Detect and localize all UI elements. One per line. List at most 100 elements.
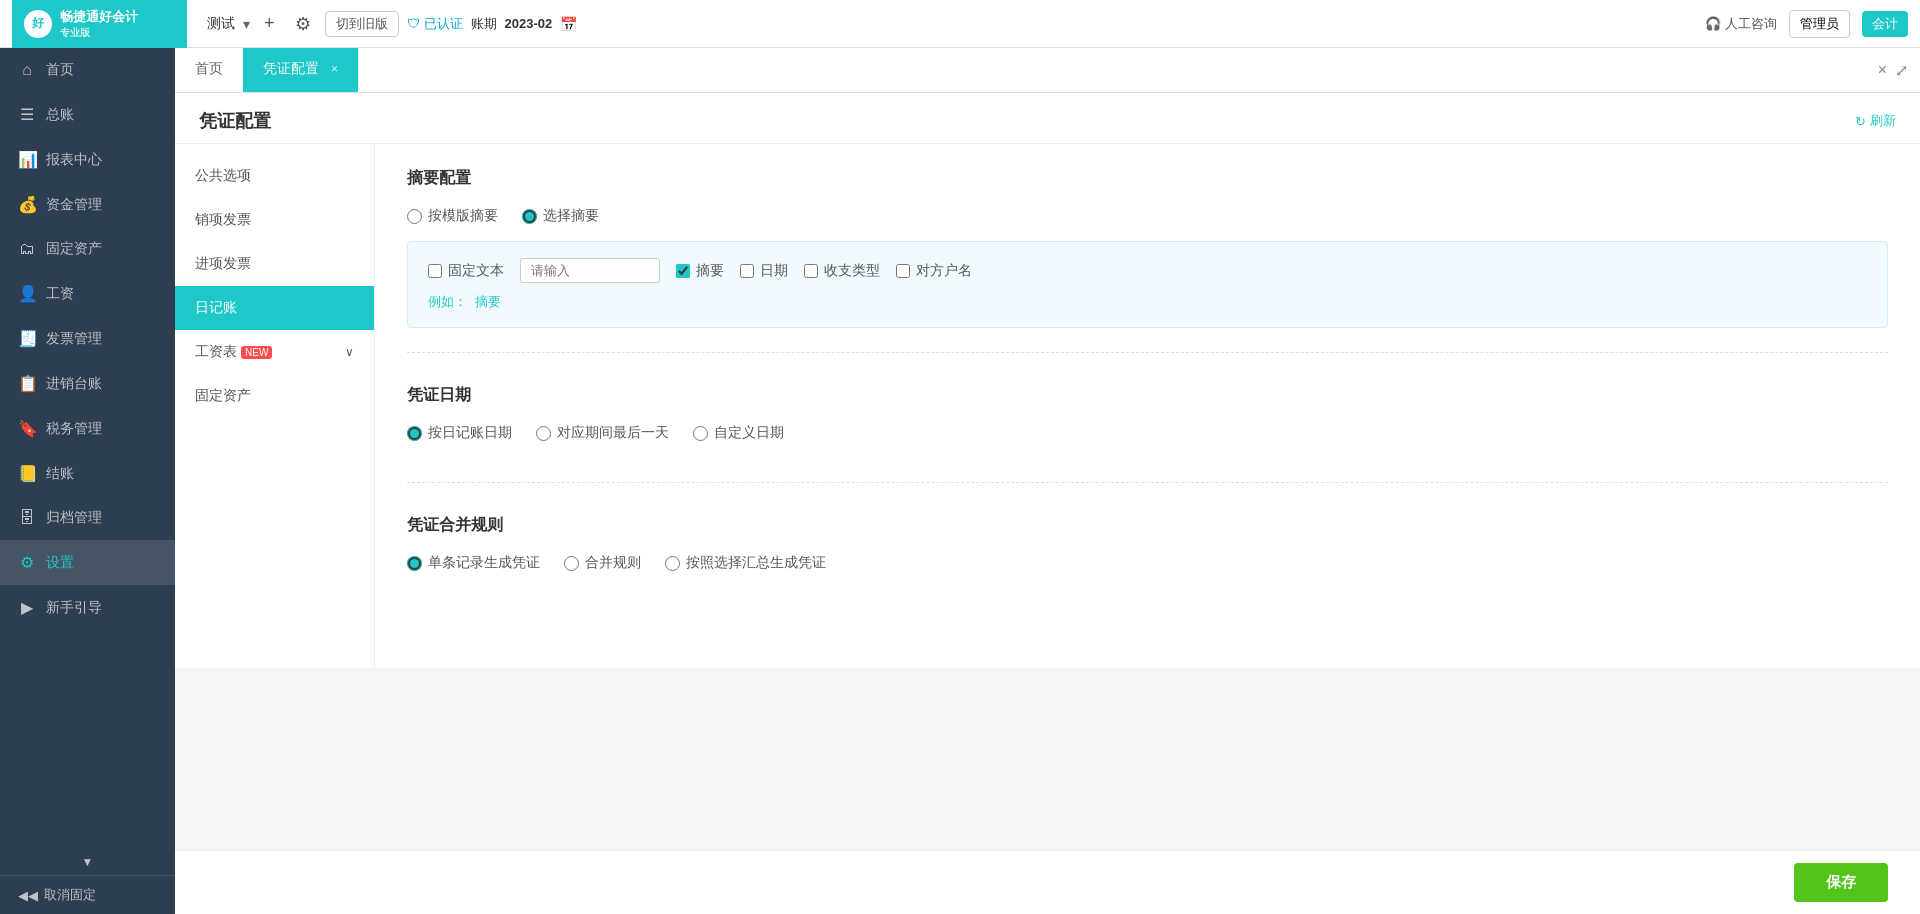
left-nav-purchase-invoice[interactable]: 进项发票: [175, 242, 374, 286]
reports-icon: 📊: [18, 150, 36, 169]
summary-radio-template[interactable]: 按模版摘要: [407, 207, 498, 225]
consult-button[interactable]: 🎧 人工咨询: [1705, 15, 1777, 33]
accountant-button[interactable]: 会计: [1862, 11, 1908, 37]
pay-type-checkbox[interactable]: 收支类型: [804, 262, 880, 280]
merge-section-title: 凭证合并规则: [407, 515, 1888, 536]
summary-section: 摘要配置 按模版摘要 选择摘要: [407, 168, 1888, 353]
summary-radio-select[interactable]: 选择摘要: [522, 207, 599, 225]
date-radio-group: 按日记账日期 对应期间最后一天 自定义日期: [407, 424, 1888, 442]
tab-bar-actions: × ⤢: [1878, 61, 1920, 80]
example-text: 例如： 摘要: [428, 293, 1867, 311]
summary-template-radio[interactable]: [407, 209, 422, 224]
left-nav-fixed-assets[interactable]: 固定资产: [175, 374, 374, 418]
merge-radio-group: 单条记录生成凭证 合并规则 按照选择汇总生成凭证: [407, 554, 1888, 572]
fixed-text-check[interactable]: [428, 264, 442, 278]
left-nav-diary[interactable]: 日记账: [175, 286, 374, 330]
top-bar: 好 畅捷通好会计 专业版 测试 ▾ + ⚙ 切到旧版 🛡 已认证 账期 2023…: [0, 0, 1920, 48]
sidebar-item-reports[interactable]: 📊 报表中心: [0, 137, 175, 182]
date-radio-custom[interactable]: 自定义日期: [693, 424, 784, 442]
refresh-icon: ↻: [1855, 114, 1866, 129]
diary-date-radio[interactable]: [407, 426, 422, 441]
date-check[interactable]: [740, 264, 754, 278]
settings-button[interactable]: ⚙: [289, 11, 317, 37]
date-radio-diary[interactable]: 按日记账日期: [407, 424, 512, 442]
sidebar-scroll: ▼: [0, 849, 175, 875]
sidebar-item-ledger[interactable]: ☰ 总账: [0, 92, 175, 137]
summary-select-radio[interactable]: [522, 209, 537, 224]
sidebar-item-invoice-mgmt[interactable]: 🧾 发票管理: [0, 316, 175, 361]
period-label: 账期: [471, 15, 497, 33]
sidebar-item-funds[interactable]: 💰 资金管理: [0, 182, 175, 227]
logo-text: 畅捷通好会计 专业版: [60, 8, 138, 40]
sidebar-item-archive[interactable]: 🗄 归档管理: [0, 496, 175, 540]
save-button[interactable]: 保存: [1794, 863, 1888, 902]
window-close-button[interactable]: ×: [1878, 61, 1887, 79]
window-expand-button[interactable]: ⤢: [1895, 61, 1908, 80]
settings-icon: ⚙: [18, 553, 36, 572]
headset-icon: 🎧: [1705, 16, 1721, 31]
date-checkbox[interactable]: 日期: [740, 262, 788, 280]
select-summary-radio[interactable]: [665, 556, 680, 571]
summary-config-row: 固定文本 摘要 日期: [428, 258, 1867, 283]
salary-arrow-icon: ∨: [345, 345, 354, 359]
pay-type-check[interactable]: [804, 264, 818, 278]
tab-voucher-config[interactable]: 凭证配置 ×: [243, 48, 358, 92]
date-radio-period-last[interactable]: 对应期间最后一天: [536, 424, 669, 442]
tab-home[interactable]: 首页: [175, 48, 243, 92]
main-layout: ⌂ 首页 ☰ 总账 📊 报表中心 💰 资金管理 🗂 固定资产 👤 工资: [0, 48, 1920, 914]
sidebar-item-assets[interactable]: 🗂 固定资产: [0, 227, 175, 271]
merge-radio-single[interactable]: 单条记录生成凭证: [407, 554, 540, 572]
scroll-down-btn[interactable]: ▼: [76, 849, 100, 875]
guide-icon: ▶: [18, 598, 36, 617]
top-bar-right: 🎧 人工咨询 管理员 会计: [1705, 10, 1908, 38]
sidebar-item-sales[interactable]: 📋 进销台账: [0, 361, 175, 406]
sidebar-item-guide[interactable]: ▶ 新手引导: [0, 585, 175, 630]
calendar-icon[interactable]: 📅: [560, 16, 577, 32]
sidebar-item-tax[interactable]: 🔖 税务管理: [0, 406, 175, 451]
sidebar: ⌂ 首页 ☰ 总账 📊 报表中心 💰 资金管理 🗂 固定资产 👤 工资: [0, 48, 175, 914]
counterparty-check[interactable]: [896, 264, 910, 278]
tax-icon: 🔖: [18, 419, 36, 438]
merge-rule-radio[interactable]: [564, 556, 579, 571]
dropdown-arrow-icon[interactable]: ▾: [243, 16, 250, 32]
period-value: 2023-02: [505, 16, 553, 31]
invoice-mgmt-icon: 🧾: [18, 329, 36, 348]
left-nav-salary-table[interactable]: 工资表 NEW ∨: [175, 330, 374, 374]
payroll-icon: 👤: [18, 284, 36, 303]
cancel-fixed-button[interactable]: ◀◀ 取消固定: [0, 875, 175, 914]
page-header: 凭证配置 ↻ 刷新: [175, 93, 1920, 144]
sidebar-item-settlement[interactable]: 📒 结账: [0, 451, 175, 496]
company-name: 测试: [207, 15, 235, 33]
merge-radio-merge[interactable]: 合并规则: [564, 554, 641, 572]
single-radio[interactable]: [407, 556, 422, 571]
period-last-radio[interactable]: [536, 426, 551, 441]
sidebar-item-payroll[interactable]: 👤 工资: [0, 271, 175, 316]
sidebar-item-settings[interactable]: ⚙ 设置: [0, 540, 175, 585]
ledger-icon: ☰: [18, 105, 36, 124]
left-nav: 公共选项 销项发票 进项发票 日记账 工资表 NEW ∨ 固定资产: [175, 144, 375, 668]
fixed-text-checkbox[interactable]: 固定文本: [428, 262, 504, 280]
abstract-checkbox[interactable]: 摘要: [676, 262, 724, 280]
left-nav-sales-invoice[interactable]: 销项发票: [175, 198, 374, 242]
left-nav-public[interactable]: 公共选项: [175, 154, 374, 198]
custom-date-radio[interactable]: [693, 426, 708, 441]
merge-radio-select-summary[interactable]: 按照选择汇总生成凭证: [665, 554, 826, 572]
settlement-icon: 📒: [18, 464, 36, 483]
switch-to-old-button[interactable]: 切到旧版: [325, 11, 399, 37]
add-button[interactable]: +: [258, 11, 281, 36]
fixed-text-input[interactable]: [520, 258, 660, 283]
merge-section: 凭证合并规则 单条记录生成凭证 合并规则: [407, 515, 1888, 612]
home-icon: ⌂: [18, 61, 36, 79]
counterparty-checkbox[interactable]: 对方户名: [896, 262, 972, 280]
page-title: 凭证配置: [199, 109, 271, 133]
sales-icon: 📋: [18, 374, 36, 393]
abstract-check[interactable]: [676, 264, 690, 278]
tab-close-icon[interactable]: ×: [331, 62, 338, 76]
certified-badge: 🛡 已认证: [407, 15, 463, 33]
cancel-fixed-icon: ◀◀: [18, 888, 38, 903]
refresh-button[interactable]: ↻ 刷新: [1855, 112, 1896, 130]
sidebar-item-home[interactable]: ⌂ 首页: [0, 48, 175, 92]
right-panel: 摘要配置 按模版摘要 选择摘要: [375, 144, 1920, 668]
admin-button[interactable]: 管理员: [1789, 10, 1850, 38]
logo-icon: 好: [24, 10, 52, 38]
